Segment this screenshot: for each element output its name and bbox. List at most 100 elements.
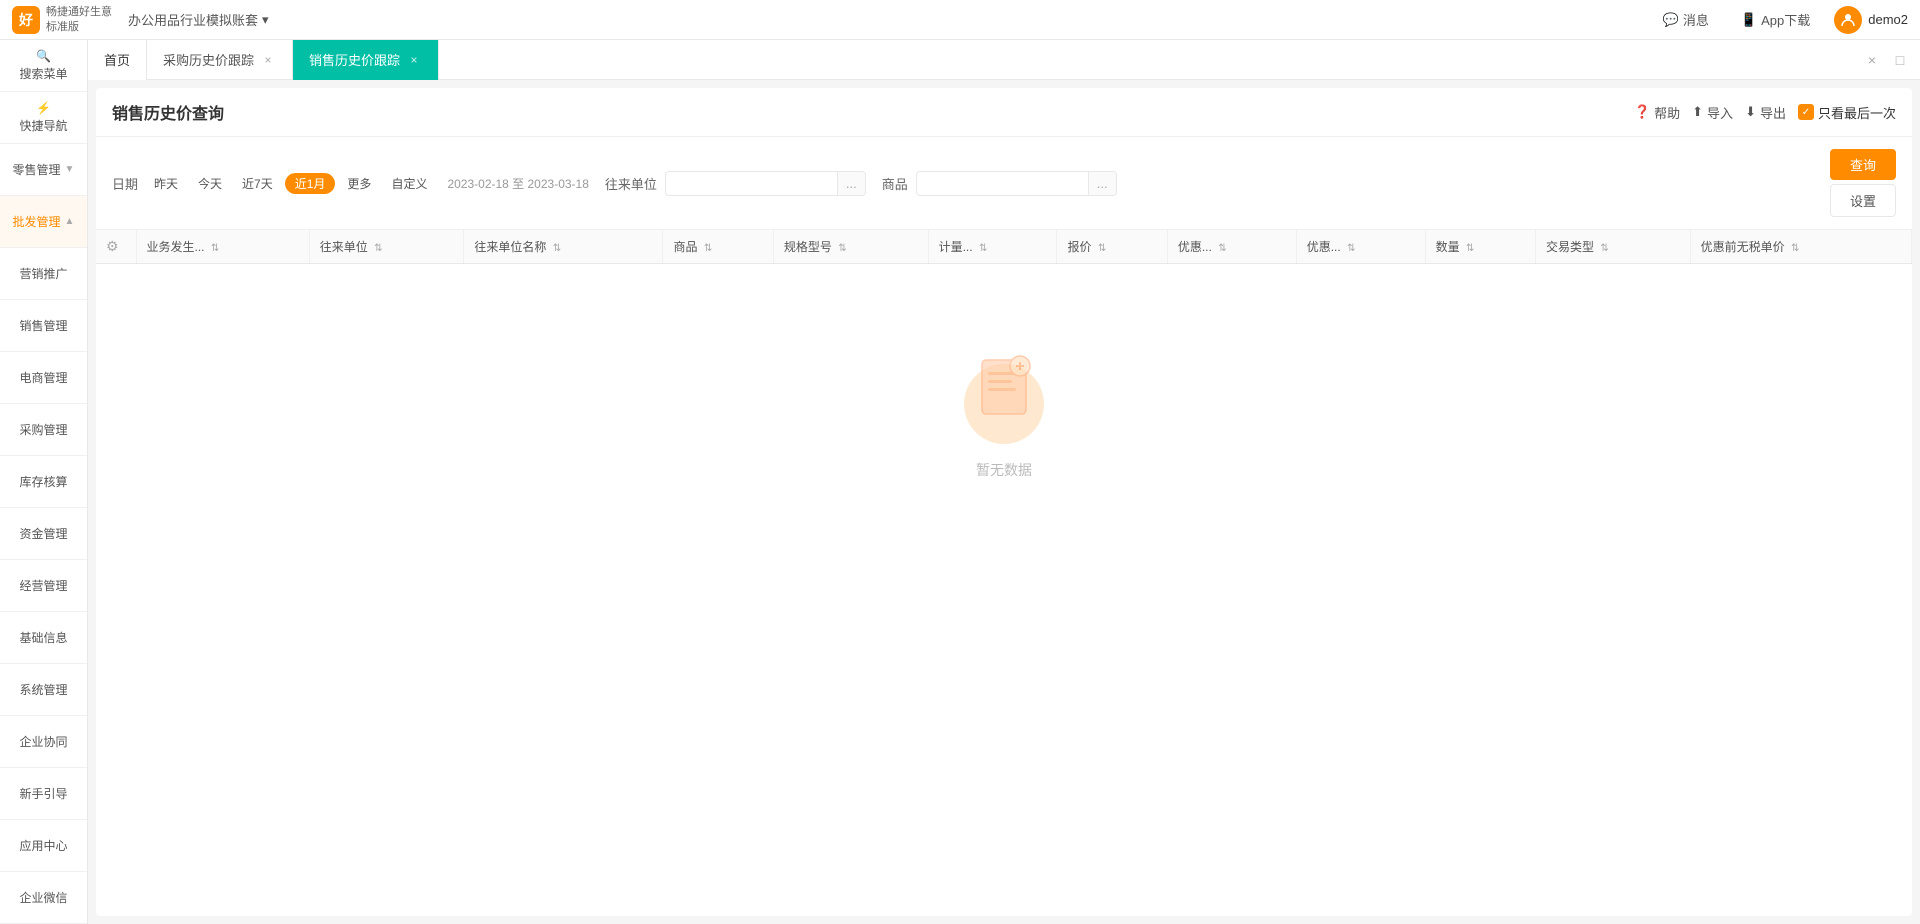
logo-area: 好 畅捷通好生意 标准版 [12,5,112,34]
th-quoted-price[interactable]: 报价 ⇅ [1057,230,1167,264]
help-icon: ❓ [1634,104,1650,120]
message-icon: 💬 [1663,12,1679,28]
partner-input-clear-btn[interactable]: ... [837,172,865,195]
tab-bar: 首页 采购历史价跟踪 × 销售历史价跟踪 × × □ [88,40,1920,80]
purchase-history-tab-close[interactable]: × [260,52,276,68]
goods-input-wrap: ... [916,171,1117,196]
app-download-btn[interactable]: 📱 App下载 [1733,6,1818,33]
sidebar-item-marketing[interactable]: 营销推广 [0,248,87,300]
th-pre-tax-price[interactable]: 优惠前无税单价 ⇅ [1690,230,1911,264]
sales-history-tab-label: 销售历史价跟踪 [309,50,400,69]
purchase-history-tab-label: 采购历史价跟踪 [163,50,254,69]
page-header-actions: ❓ 帮助 ⬆ 导入 ⬇ 导出 ✓ 只看最后一次 [1634,103,1896,122]
page-header: 销售历史价查询 ❓ 帮助 ⬆ 导入 ⬇ 导出 ✓ [96,88,1912,137]
sidebar-item-purchase-mgmt[interactable]: 采购管理 [0,404,87,456]
gear-icon[interactable]: ⚙ [106,238,119,254]
th-quantity[interactable]: 数量 ⇅ [1425,230,1535,264]
th-biz-date[interactable]: 业务发生... ⇅ [136,230,309,264]
date-btn-group: 昨天 今天 近7天 近1月 更多 自定义 [146,172,435,195]
main-layout: 🔍 搜索菜单 ⚡ 快捷导航 零售管理 ▼ 批发管理 ▲ 营销推广 销售管理 电商… [0,40,1920,924]
help-link[interactable]: ❓ 帮助 [1634,103,1680,122]
sidebar-item-retail-mgmt[interactable]: 零售管理 ▼ [0,144,87,196]
sidebar: 🔍 搜索菜单 ⚡ 快捷导航 零售管理 ▼ 批发管理 ▲ 营销推广 销售管理 电商… [0,40,88,924]
sort-icon-biz-date: ⇅ [211,243,219,254]
sidebar-item-wholesale-mgmt[interactable]: 批发管理 ▲ [0,196,87,248]
date-btn-7days[interactable]: 近7天 [234,172,281,195]
sidebar-item-search-menu[interactable]: 🔍 搜索菜单 [0,40,87,92]
date-btn-custom[interactable]: 自定义 [383,172,435,195]
empty-image [954,344,1054,444]
sidebar-item-enterprise-wechat[interactable]: 企业微信 [0,872,87,924]
date-btn-more[interactable]: 更多 [339,172,379,195]
th-partner-name[interactable]: 往来单位名称 ⇅ [464,230,663,264]
only-last-checkbox[interactable]: ✓ 只看最后一次 [1798,103,1896,122]
tab-home[interactable]: 首页 [88,40,147,80]
user-name: demo2 [1868,12,1908,27]
query-button[interactable]: 查询 [1830,149,1896,180]
sort-icon-spec: ⇅ [838,243,846,254]
wholesale-arrow-icon: ▲ [65,216,75,227]
filter-bar: 日期 昨天 今天 近7天 近1月 更多 自定义 2023-02-18 至 202… [96,137,1912,230]
tab-sales-history[interactable]: 销售历史价跟踪 × [293,40,439,80]
import-link[interactable]: ⬆ 导入 [1692,103,1733,122]
sidebar-item-sales-mgmt[interactable]: 销售管理 [0,300,87,352]
export-link[interactable]: ⬇ 导出 [1745,103,1786,122]
tab-purchase-history[interactable]: 采购历史价跟踪 × [147,40,293,80]
sidebar-item-app-center[interactable]: 应用中心 [0,820,87,872]
date-filter-group: 日期 昨天 今天 近7天 近1月 更多 自定义 2023-02-18 至 202… [112,172,589,195]
empty-doc-icon [974,352,1034,434]
th-partner-code[interactable]: 往来单位 ⇅ [309,230,464,264]
th-discount-rate[interactable]: 优惠... ⇅ [1167,230,1296,264]
goods-filter-group: 商品 ... [882,171,1117,196]
partner-filter-label: 往来单位 [605,174,657,193]
sort-icon-partner-name: ⇅ [553,243,561,254]
goods-input-clear-btn[interactable]: ... [1088,172,1116,195]
th-unit[interactable]: 计量... ⇅ [928,230,1057,264]
th-discount-amt[interactable]: 优惠... ⇅ [1296,230,1425,264]
sidebar-item-ecommerce-mgmt[interactable]: 电商管理 [0,352,87,404]
partner-input-wrap: ... [665,171,866,196]
tab-maximize-btn[interactable]: □ [1888,48,1912,72]
sort-icon-quoted-price: ⇅ [1098,243,1106,254]
settings-button[interactable]: 设置 [1830,184,1896,217]
import-icon: ⬆ [1692,104,1703,120]
sidebar-item-quick-nav[interactable]: ⚡ 快捷导航 [0,92,87,144]
user-area[interactable]: demo2 [1834,6,1908,34]
sidebar-item-finance-mgmt[interactable]: 资金管理 [0,508,87,560]
company-select-arrow: ▾ [262,12,269,28]
empty-text: 暂无数据 [976,460,1032,480]
sidebar-item-basic-info[interactable]: 基础信息 [0,612,87,664]
sidebar-item-ops-mgmt[interactable]: 经营管理 [0,560,87,612]
sidebar-item-enterprise-collab[interactable]: 企业协同 [0,716,87,768]
partner-input[interactable] [666,172,837,194]
th-gear[interactable]: ⚙ [96,230,136,264]
th-trade-type[interactable]: 交易类型 ⇅ [1535,230,1690,264]
sort-icon-quantity: ⇅ [1466,243,1474,254]
sales-history-tab-close[interactable]: × [406,52,422,68]
tab-close-all-btn[interactable]: × [1860,48,1884,72]
sidebar-item-new-guide[interactable]: 新手引导 [0,768,87,820]
date-btn-today[interactable]: 今天 [190,172,230,195]
message-btn[interactable]: 💬 消息 [1655,6,1717,33]
sort-icon-pre-tax-price: ⇅ [1791,243,1799,254]
sidebar-item-system-mgmt[interactable]: 系统管理 [0,664,87,716]
sidebar-item-inventory-check[interactable]: 库存核算 [0,456,87,508]
partner-filter-group: 往来单位 ... [605,171,866,196]
date-btn-1month[interactable]: 近1月 [285,173,336,194]
page-title: 销售历史价查询 [112,100,224,124]
data-table: ⚙ 业务发生... ⇅ 往来单位 ⇅ 往来单位名称 [96,230,1912,264]
sort-icon-discount-amt: ⇅ [1347,243,1355,254]
company-select[interactable]: 办公用品行业模拟账套 ▾ [120,6,277,33]
retail-arrow-icon: ▼ [65,164,75,175]
top-header: 好 畅捷通好生意 标准版 办公用品行业模拟账套 ▾ 💬 消息 📱 App下载 [0,0,1920,40]
content-area: 首页 采购历史价跟踪 × 销售历史价跟踪 × × □ 销售历史价查询 [88,40,1920,924]
home-tab-label: 首页 [104,50,130,69]
th-goods[interactable]: 商品 ⇅ [663,230,773,264]
table-area: ⚙ 业务发生... ⇅ 往来单位 ⇅ 往来单位名称 [96,230,1912,560]
goods-input[interactable] [917,172,1088,194]
th-spec[interactable]: 规格型号 ⇅ [773,230,928,264]
phone-icon: 📱 [1741,12,1757,28]
date-filter-label: 日期 [112,174,138,193]
date-btn-yesterday[interactable]: 昨天 [146,172,186,195]
date-range-text: 2023-02-18 至 2023-03-18 [447,175,588,192]
